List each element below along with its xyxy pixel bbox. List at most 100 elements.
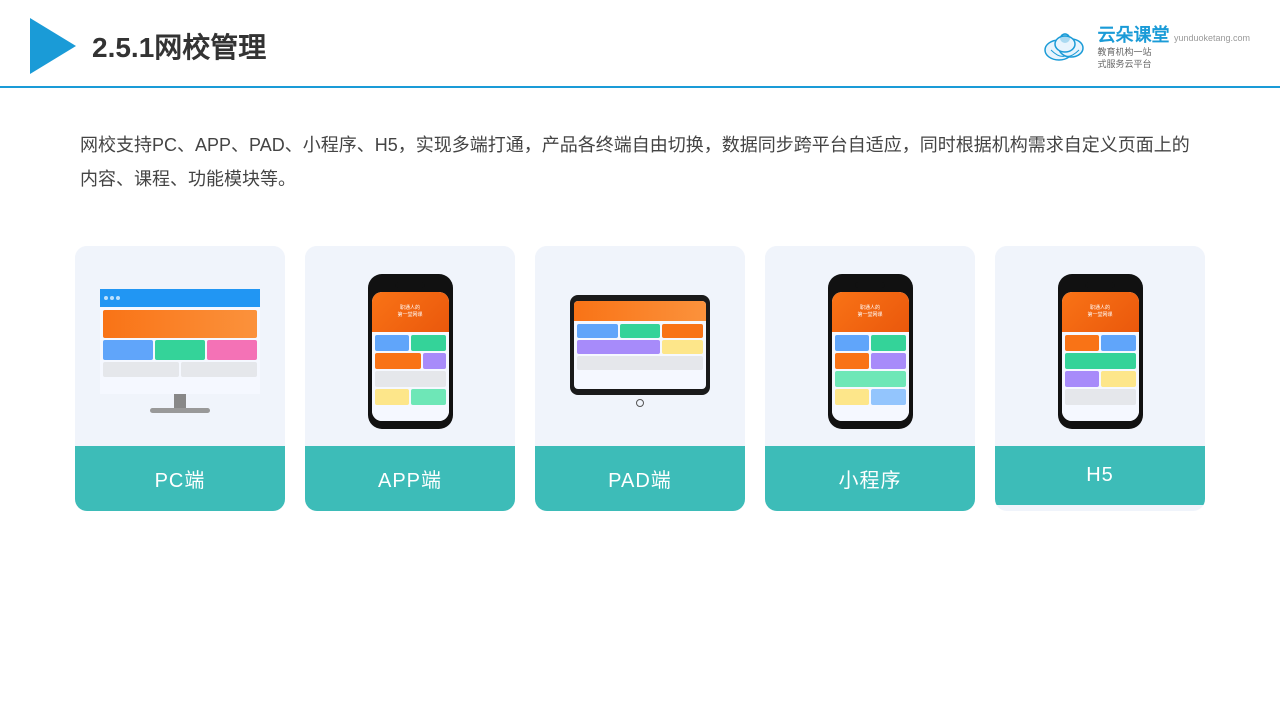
phone-notch-app xyxy=(395,282,425,288)
tablet-screen xyxy=(574,301,706,389)
card-pad-label: PAD端 xyxy=(535,446,745,511)
card-miniprogram-label: 小程序 xyxy=(765,446,975,511)
card-pc-label: PC端 xyxy=(75,446,285,511)
cloud-logo-icon xyxy=(1041,28,1089,64)
pb6 xyxy=(375,389,410,405)
card-h5-label: H5 xyxy=(995,446,1205,505)
phone-top-text-app: 职通人的第一堂网课 xyxy=(397,305,422,318)
phone-screen-mini: 职通人的第一堂网课 xyxy=(832,292,909,421)
brand-logo: 云朵课堂 yunduoketang.com 教育机构一站 式服务云平台 xyxy=(1041,21,1250,70)
pc-content-area xyxy=(100,307,260,394)
pm4 xyxy=(871,353,906,369)
ph5 xyxy=(1101,371,1136,387)
app-device-mockup: 职通人的第一堂网课 xyxy=(368,274,453,429)
phone-notch-h5 xyxy=(1085,282,1115,288)
phone-screen-top-h5: 职通人的第一堂网课 xyxy=(1062,292,1139,332)
phone-screen-app: 职通人的第一堂网课 xyxy=(372,292,449,421)
phone-top-text-h5: 职通人的第一堂网课 xyxy=(1087,305,1112,318)
phone-row-m1 xyxy=(835,335,906,351)
device-cards-container: PC端 职通人的第一堂网课 xyxy=(0,216,1280,541)
pc-top-bar xyxy=(100,289,260,307)
pad-device-mockup xyxy=(570,295,710,407)
pc-dot-2 xyxy=(110,296,114,300)
phone-body-mini: 职通人的第一堂网课 xyxy=(828,274,913,429)
description-text: 网校支持PC、APP、PAD、小程序、H5，实现多端打通，产品各终端自由切换，数… xyxy=(0,88,1280,216)
tablet-top-bar xyxy=(574,301,706,321)
phone-top-text-mini: 职通人的第一堂网课 xyxy=(857,305,882,318)
card-h5-image: 职通人的第一堂网课 xyxy=(995,246,1205,446)
pm5 xyxy=(835,371,906,387)
pc-mini-card-5 xyxy=(181,362,257,377)
pc-cards-row-1 xyxy=(103,340,257,360)
phone-body-h5: 职通人的第一堂网课 xyxy=(1058,274,1143,429)
phone-row-4 xyxy=(375,389,446,405)
phone-row-h3 xyxy=(1065,371,1136,387)
pc-base xyxy=(150,408,210,413)
header-left: 2.5.1网校管理 xyxy=(30,18,266,74)
card-miniprogram-image: 职通人的第一堂网课 xyxy=(765,246,975,446)
phone-row-h1 xyxy=(1065,335,1136,351)
brand-text-block: 云朵课堂 yunduoketang.com 教育机构一站 式服务云平台 xyxy=(1097,21,1250,70)
tb6 xyxy=(577,356,703,370)
ph1 xyxy=(1065,335,1100,351)
pb5 xyxy=(375,371,446,387)
tablet-row-1 xyxy=(577,324,703,338)
tb1 xyxy=(577,324,618,338)
header: 2.5.1网校管理 云朵课堂 yunduoketang.com 教育机构一站 式… xyxy=(0,0,1280,88)
phone-screen-h5: 职通人的第一堂网课 xyxy=(1062,292,1139,421)
phone-row-h2 xyxy=(1065,353,1136,369)
pb1 xyxy=(375,335,410,351)
card-app: 职通人的第一堂网课 xyxy=(305,246,515,511)
phone-row-m4 xyxy=(835,389,906,405)
h5-device-mockup: 职通人的第一堂网课 xyxy=(1058,274,1143,429)
phone-row-3 xyxy=(375,371,446,387)
pm3 xyxy=(835,353,870,369)
pc-mini-card-4 xyxy=(103,362,179,377)
phone-row-m3 xyxy=(835,371,906,387)
pm2 xyxy=(871,335,906,351)
pb2 xyxy=(411,335,446,351)
pc-screen-outer xyxy=(100,289,260,394)
card-pad: PAD端 xyxy=(535,246,745,511)
phone-screen-top-app: 职通人的第一堂网课 xyxy=(372,292,449,332)
brand-tagline: 教育机构一站 式服务云平台 xyxy=(1097,47,1250,70)
card-app-label: APP端 xyxy=(305,446,515,511)
brand-url: yunduoketang.com xyxy=(1174,33,1250,43)
ph3 xyxy=(1065,353,1136,369)
phone-row-2 xyxy=(375,353,446,369)
pb7 xyxy=(411,389,446,405)
pc-cards-row-2 xyxy=(103,362,257,377)
phone-row-h4 xyxy=(1065,389,1136,405)
card-app-image: 职通人的第一堂网课 xyxy=(305,246,515,446)
phone-screen-mid-mini xyxy=(832,332,909,421)
tablet-content xyxy=(574,321,706,389)
tb4 xyxy=(577,340,660,354)
ph4 xyxy=(1065,371,1100,387)
pc-mini-card-2 xyxy=(155,340,205,360)
tb5 xyxy=(662,340,703,354)
tablet-row-3 xyxy=(577,356,703,370)
tablet-body xyxy=(570,295,710,395)
pm1 xyxy=(835,335,870,351)
card-miniprogram: 职通人的第一堂网课 xyxy=(765,246,975,511)
phone-body-app: 职通人的第一堂网课 xyxy=(368,274,453,429)
tablet-row-2 xyxy=(577,340,703,354)
phone-screen-mid-h5 xyxy=(1062,332,1139,421)
pb4 xyxy=(423,353,446,369)
pc-screen-content xyxy=(100,289,260,394)
pc-device-mockup xyxy=(100,289,260,413)
pc-stand xyxy=(174,394,186,408)
miniprogram-device-mockup: 职通人的第一堂网课 xyxy=(828,274,913,429)
pb3 xyxy=(375,353,421,369)
phone-row-1 xyxy=(375,335,446,351)
phone-notch-mini xyxy=(855,282,885,288)
play-icon xyxy=(30,18,76,74)
pc-mini-card-3 xyxy=(207,340,257,360)
pm6 xyxy=(835,389,870,405)
card-pc: PC端 xyxy=(75,246,285,511)
card-pc-image xyxy=(75,246,285,446)
pc-mini-card-1 xyxy=(103,340,153,360)
phone-row-m2 xyxy=(835,353,906,369)
card-h5: 职通人的第一堂网课 xyxy=(995,246,1205,511)
tb3 xyxy=(662,324,703,338)
